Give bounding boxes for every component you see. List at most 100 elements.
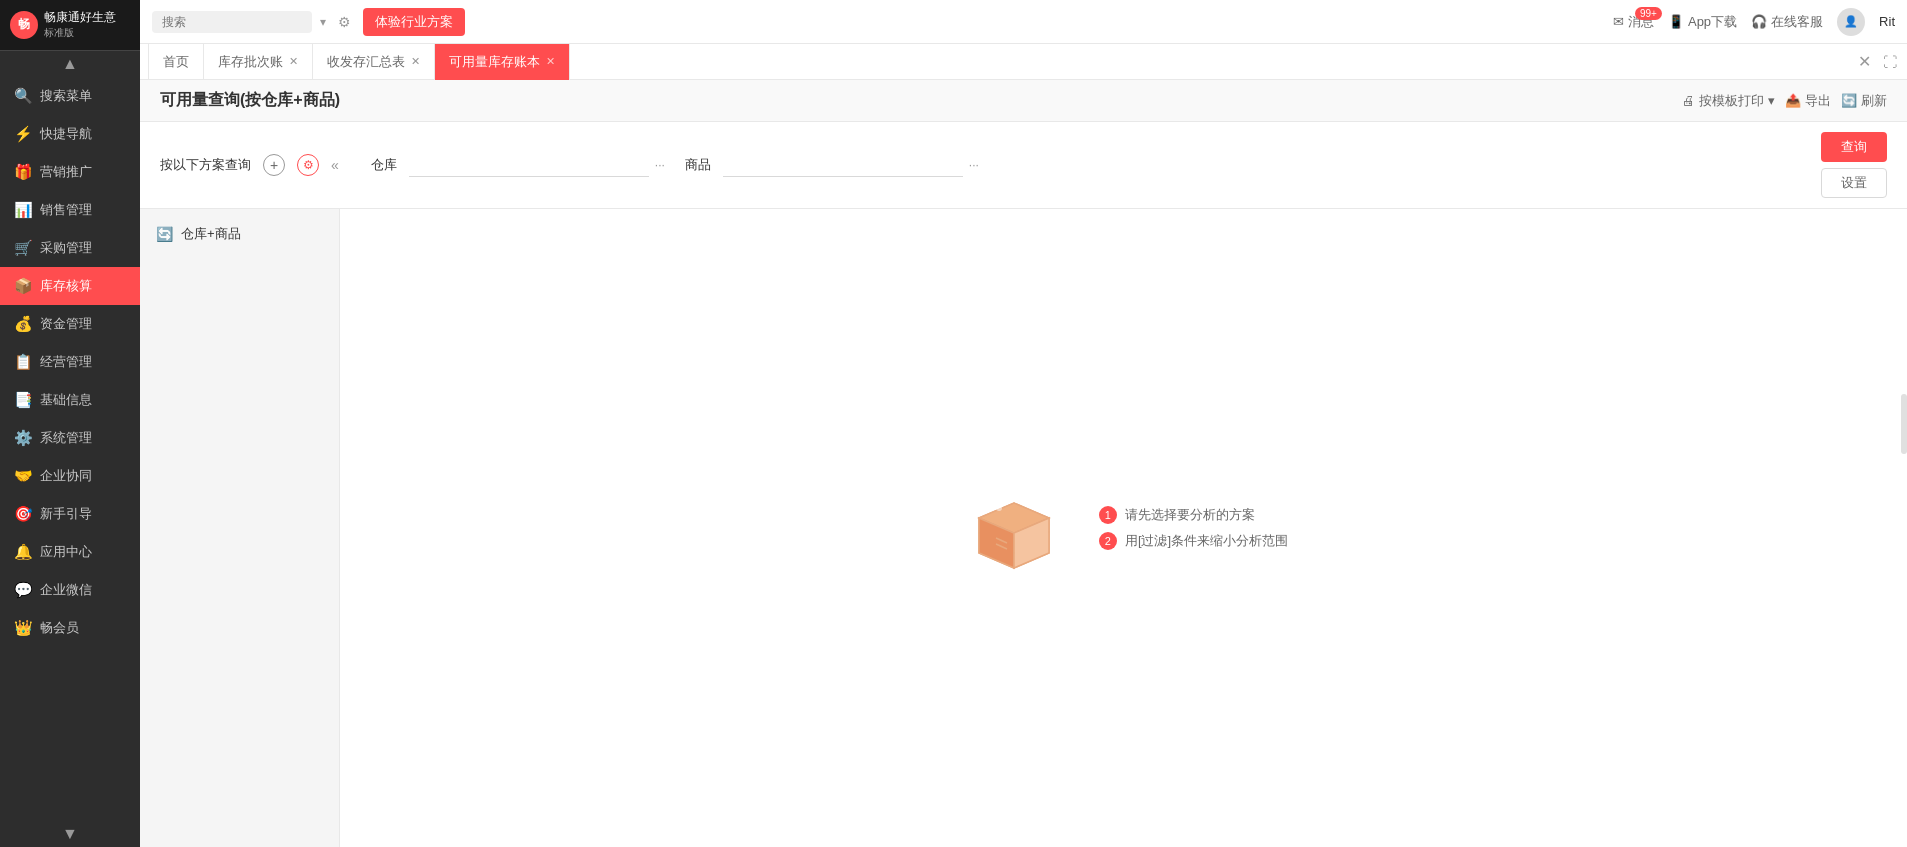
tab-available-close[interactable]: ✕	[546, 55, 555, 68]
app-download-label: App下载	[1688, 13, 1737, 31]
page-header: 可用量查询(按仓库+商品) 🖨 按模板打印 ▾ 📤 导出 🔄 刷新	[140, 80, 1907, 122]
empty-illustration: 1 请先选择要分析的方案 2 用[过滤]条件来缩小分析范围	[959, 478, 1288, 578]
industry-btn[interactable]: 体验行业方案	[363, 8, 465, 36]
filter-add-btn[interactable]: +	[263, 154, 285, 176]
refresh-btn[interactable]: 🔄 刷新	[1841, 92, 1887, 110]
filter-label: 按以下方案查询	[160, 156, 251, 174]
newbie-icon: 🎯	[14, 505, 32, 523]
tab-summary[interactable]: 收发存汇总表 ✕	[313, 44, 435, 80]
sidebar-item-member[interactable]: 👑 畅会员	[0, 609, 140, 647]
scheme-item-warehouse-goods[interactable]: 🔄 仓库+商品	[140, 217, 339, 251]
warehouse-more-btn[interactable]: ···	[655, 158, 665, 172]
sidebar-scroll-up[interactable]: ▲	[0, 51, 140, 77]
tab-summary-label: 收发存汇总表	[327, 53, 405, 71]
sidebar-item-label: 经营管理	[40, 353, 92, 371]
sidebar-item-label: 库存核算	[40, 277, 92, 295]
sidebar-item-shortcut[interactable]: ⚡ 快捷导航	[0, 115, 140, 153]
filter-row: 按以下方案查询 + ⚙ « 仓库 ··· 商品 ···	[140, 122, 1907, 209]
app-icon: 🔔	[14, 543, 32, 561]
settings-btn[interactable]: 设置	[1821, 168, 1887, 198]
scheme-and-content: 🔄 仓库+商品	[140, 209, 1907, 847]
system-icon: ⚙️	[14, 429, 32, 447]
sidebar-item-label: 新手引导	[40, 505, 92, 523]
scheme-item-label: 仓库+商品	[181, 225, 241, 243]
sidebar-nav: 🔍 搜索菜单 ⚡ 快捷导航 🎁 营销推广 📊 销售管理 🛒 采购管理 📦 库存核…	[0, 77, 140, 821]
print-btn[interactable]: 🖨 按模板打印 ▾	[1682, 92, 1775, 110]
query-btn[interactable]: 查询	[1821, 132, 1887, 162]
app-download-icon: 📱	[1668, 14, 1684, 29]
sidebar-item-purchase[interactable]: 🛒 采购管理	[0, 229, 140, 267]
sidebar-item-finance[interactable]: 💰 资金管理	[0, 305, 140, 343]
warehouse-field: 仓库 ···	[371, 153, 665, 177]
filter-collapse-btn[interactable]: «	[331, 157, 339, 173]
tab-batch-label: 库存批次账	[218, 53, 283, 71]
svg-point-5	[1007, 498, 1011, 502]
avatar: 👤	[1837, 8, 1865, 36]
sidebar-item-label: 销售管理	[40, 201, 92, 219]
sidebar-item-wechat[interactable]: 💬 企业微信	[0, 571, 140, 609]
enterprise-icon: 🤝	[14, 467, 32, 485]
sidebar-item-operations[interactable]: 📋 经营管理	[0, 343, 140, 381]
support-btn[interactable]: 🎧 在线客服	[1751, 13, 1823, 31]
sidebar-header: 畅 畅康通好生意 标准版	[0, 0, 140, 51]
sidebar-title: 畅康通好生意	[44, 10, 116, 26]
tab-batch[interactable]: 库存批次账 ✕	[204, 44, 313, 80]
goods-field: 商品 ···	[685, 153, 979, 177]
avatar-icon: 👤	[1844, 15, 1858, 28]
sidebar-item-label: 企业协同	[40, 467, 92, 485]
sidebar-scroll-down[interactable]: ▼	[0, 821, 140, 847]
finance-icon: 💰	[14, 315, 32, 333]
sidebar-item-enterprise[interactable]: 🤝 企业协同	[0, 457, 140, 495]
operations-icon: 📋	[14, 353, 32, 371]
sidebar-item-label: 基础信息	[40, 391, 92, 409]
main-content: 1 请先选择要分析的方案 2 用[过滤]条件来缩小分析范围	[340, 209, 1907, 847]
support-icon: 🎧	[1751, 14, 1767, 29]
tab-summary-close[interactable]: ✕	[411, 55, 420, 68]
empty-box-illustration	[959, 478, 1069, 578]
sidebar-item-system[interactable]: ⚙️ 系统管理	[0, 419, 140, 457]
content: 按以下方案查询 + ⚙ « 仓库 ··· 商品 ···	[140, 122, 1907, 847]
export-icon: 📤	[1785, 93, 1801, 108]
tabs-right-actions: ✕ ⛶	[1856, 50, 1899, 73]
export-btn[interactable]: 📤 导出	[1785, 92, 1831, 110]
hint-num-1: 1	[1099, 506, 1117, 524]
marketing-icon: 🎁	[14, 163, 32, 181]
scheme-item-icon: 🔄	[156, 226, 173, 242]
hint-num-2: 2	[1099, 532, 1117, 550]
member-icon: 👑	[14, 619, 32, 637]
wechat-icon: 💬	[14, 581, 32, 599]
topbar-gear-icon[interactable]: ⚙	[334, 10, 355, 34]
scheme-sidebar: 🔄 仓库+商品	[140, 209, 340, 847]
refresh-icon: 🔄	[1841, 93, 1857, 108]
sidebar-item-newbie[interactable]: 🎯 新手引导	[0, 495, 140, 533]
goods-more-btn[interactable]: ···	[969, 158, 979, 172]
tabs-close-all-btn[interactable]: ✕	[1856, 50, 1873, 73]
filter-settings-btn[interactable]: ⚙	[297, 154, 319, 176]
app-download-btn[interactable]: 📱 App下载	[1668, 13, 1737, 31]
username[interactable]: Rit	[1879, 14, 1895, 29]
warehouse-label: 仓库	[371, 156, 397, 174]
sidebar-item-basic[interactable]: 📑 基础信息	[0, 381, 140, 419]
topbar-right: ✉ 消息 99+ 📱 App下载 🎧 在线客服 👤 Rit	[1613, 8, 1895, 36]
topbar: ▾ ⚙ 体验行业方案 ✉ 消息 99+ 📱 App下载 🎧 在线客服 👤 Rit	[140, 0, 1907, 44]
sidebar-item-label: 营销推广	[40, 163, 92, 181]
sidebar-item-inventory[interactable]: 📦 库存核算	[0, 267, 140, 305]
topbar-search-input[interactable]	[152, 11, 312, 33]
sidebar-item-app[interactable]: 🔔 应用中心	[0, 533, 140, 571]
notification-badge: 99+	[1635, 7, 1662, 20]
tabs-expand-btn[interactable]: ⛶	[1881, 52, 1899, 72]
notification-btn[interactable]: ✉ 消息 99+	[1613, 13, 1654, 31]
sidebar-item-marketing[interactable]: 🎁 营销推广	[0, 153, 140, 191]
warehouse-input[interactable]	[409, 153, 649, 177]
print-dropdown-icon[interactable]: ▾	[1768, 93, 1775, 108]
tab-available-label: 可用量库存账本	[449, 53, 540, 71]
sidebar-item-search[interactable]: 🔍 搜索菜单	[0, 77, 140, 115]
topbar-dropdown-icon[interactable]: ▾	[320, 15, 326, 29]
tab-home[interactable]: 首页	[148, 44, 204, 80]
tab-batch-close[interactable]: ✕	[289, 55, 298, 68]
tab-available[interactable]: 可用量库存账本 ✕	[435, 44, 570, 80]
sidebar-item-label: 采购管理	[40, 239, 92, 257]
sidebar-item-sales[interactable]: 📊 销售管理	[0, 191, 140, 229]
page-title: 可用量查询(按仓库+商品)	[160, 90, 340, 111]
goods-input[interactable]	[723, 153, 963, 177]
